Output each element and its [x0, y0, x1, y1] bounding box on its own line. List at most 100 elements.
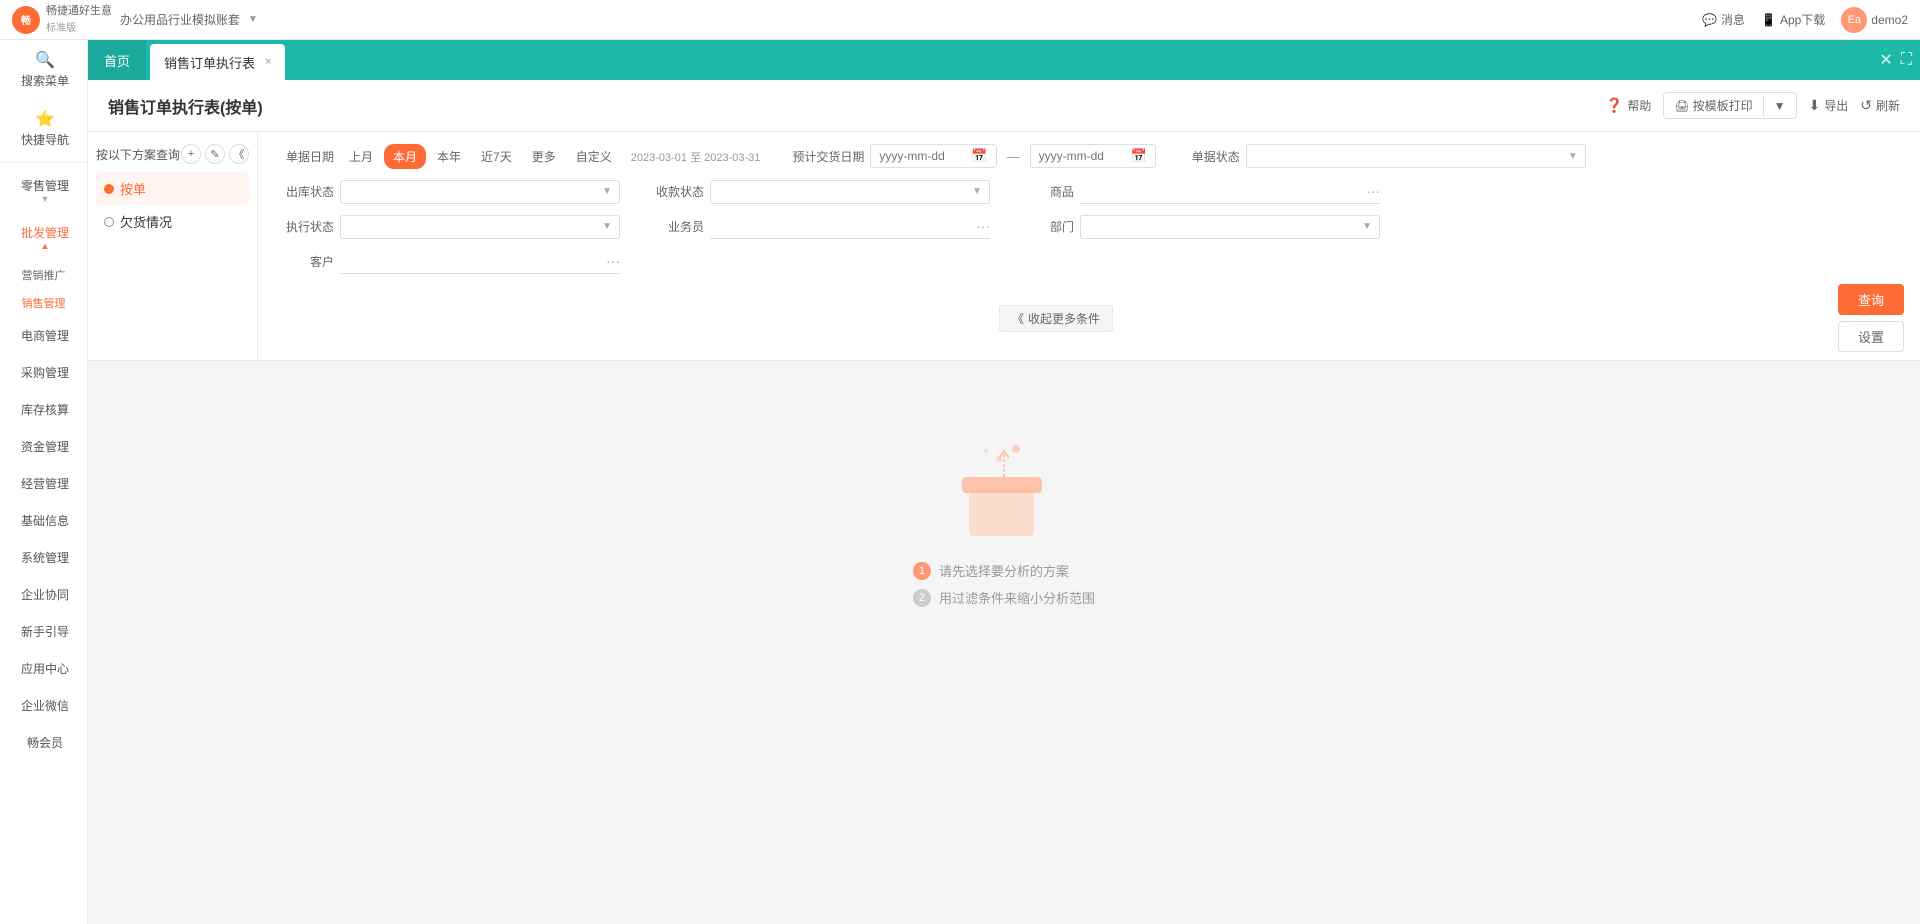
execution-select-wrapper: ▼: [340, 215, 620, 239]
left-panel-title: 按以下方案查询: [96, 146, 181, 163]
sidebar-item-members[interactable]: 畅会员: [0, 724, 87, 761]
salesperson-dots-btn[interactable]: ···: [976, 218, 990, 234]
receipt-select[interactable]: [710, 180, 990, 204]
active-tab[interactable]: 销售订单执行表 ×: [150, 44, 285, 80]
home-tab[interactable]: 首页: [88, 40, 146, 80]
sidebar-item-wholesale[interactable]: 批发管理 ▲: [0, 214, 87, 261]
department-select[interactable]: [1080, 215, 1380, 239]
date-btn-last-month[interactable]: 上月: [340, 144, 382, 169]
sidebar-item-finance-label: 资金管理: [7, 438, 83, 455]
help-btn[interactable]: ❓ 帮助: [1606, 97, 1651, 114]
date-btn-this-month[interactable]: 本月: [384, 144, 426, 169]
page-header: 销售订单执行表(按单) ❓ 帮助 🖨 按模板打印 ▼: [88, 80, 1920, 132]
customer-cell: 客户 ···: [274, 249, 620, 274]
sidebar-item-basic-info[interactable]: 基础信息: [0, 502, 87, 539]
date-btn-this-year[interactable]: 本年: [428, 144, 470, 169]
empty-hint-2: 2 用过滤条件来缩小分析范围: [913, 588, 1095, 607]
sidebar-sub-item-marketing[interactable]: 营销推广: [0, 261, 87, 289]
nav-dot-inactive: [104, 217, 114, 227]
template-print-btn[interactable]: 🖨 按模板打印: [1664, 93, 1762, 118]
export-btn[interactable]: ⬇ 导出: [1809, 97, 1849, 114]
date-btn-custom[interactable]: 自定义: [567, 144, 621, 169]
nav-item-backorder[interactable]: 欠货情况: [96, 205, 249, 238]
date-btn-group: 上月 本月 本年 近7天 更多 自定义: [340, 144, 621, 169]
tab-bar-right: ✕ ⛶: [1879, 40, 1920, 80]
sidebar-item-system[interactable]: 系统管理: [0, 539, 87, 576]
edit-scheme-btn[interactable]: ✎: [205, 144, 225, 164]
sidebar-item-finance[interactable]: 资金管理: [0, 428, 87, 465]
status-select[interactable]: [1246, 144, 1586, 168]
receipt-select-wrapper: ▼: [710, 180, 990, 204]
sidebar-item-guide[interactable]: 新手引导: [0, 613, 87, 650]
sidebar-item-collaboration[interactable]: 企业协同: [0, 576, 87, 613]
collapse-left-btn[interactable]: 《: [229, 144, 249, 164]
outbound-cell: 出库状态 ▼: [274, 180, 620, 204]
nav-item-single-order[interactable]: 按单: [96, 172, 249, 205]
collapse-btn[interactable]: 《 收起更多条件: [999, 305, 1113, 332]
left-panel-header: 按以下方案查询 + ✎ 《: [96, 144, 249, 164]
user-profile-btn[interactable]: Ea demo2: [1841, 7, 1908, 33]
app-download-btn[interactable]: 📱 App下载: [1761, 11, 1825, 28]
logo-title: 畅捷通好生意: [46, 5, 112, 18]
salesperson-cell: 业务员 ···: [644, 214, 990, 239]
product-dots-btn[interactable]: ···: [1366, 183, 1380, 199]
outbound-select[interactable]: [340, 180, 620, 204]
logo-subtitle: 标准版: [46, 19, 112, 34]
calendar-icon-from[interactable]: 📅: [971, 148, 987, 164]
sidebar-item-wholesale-label: 批发管理: [7, 224, 83, 241]
execution-select[interactable]: [340, 215, 620, 239]
collapse-icon: 《: [1012, 310, 1024, 327]
collapse-area: 《 收起更多条件: [274, 305, 1838, 332]
help-icon: ❓: [1606, 97, 1623, 114]
settings-btn[interactable]: 设置: [1838, 321, 1904, 352]
tab-bar: 首页 销售订单执行表 × ✕ ⛶: [88, 40, 1920, 80]
sidebar-item-purchase-label: 采购管理: [7, 364, 83, 381]
customer-dots-btn[interactable]: ···: [606, 253, 620, 269]
tab-bar-close-btn[interactable]: ✕: [1879, 50, 1892, 70]
customer-input-area[interactable]: ···: [340, 249, 620, 274]
calendar-icon-to[interactable]: 📅: [1131, 148, 1147, 164]
product-input-area[interactable]: ···: [1080, 179, 1380, 204]
nav-label[interactable]: 办公用品行业模拟账套: [120, 11, 240, 28]
template-print-label: 按模板打印: [1693, 97, 1753, 114]
sidebar-item-management[interactable]: 经营管理: [0, 465, 87, 502]
department-cell: 部门 ▼: [1014, 215, 1904, 239]
filter-row-3: 执行状态 ▼ 业务员 ···: [274, 214, 1904, 239]
sidebar-item-purchase[interactable]: 采购管理: [0, 354, 87, 391]
sidebar-item-wechat[interactable]: 企业微信: [0, 687, 87, 724]
date-btn-more[interactable]: 更多: [523, 144, 565, 169]
expected-date-to-input[interactable]: [1039, 149, 1127, 163]
sidebar-item-retail-label: 零售管理: [7, 177, 83, 194]
query-btn[interactable]: 查询: [1838, 284, 1904, 315]
status-select-wrapper: ▼: [1246, 144, 1586, 168]
tab-close-btn[interactable]: ×: [265, 56, 271, 68]
refresh-btn[interactable]: ↺ 刷新: [1860, 97, 1900, 114]
message-btn[interactable]: 💬 消息: [1702, 11, 1745, 28]
main-layout: 🔍 搜索菜单 ⭐ 快捷导航 零售管理 ▼ 批发管理 ▲ 营销推广 销售管理 电商…: [0, 40, 1920, 924]
sidebar-item-app-center[interactable]: 应用中心: [0, 650, 87, 687]
expected-date-from-input[interactable]: [879, 149, 967, 163]
expected-date-to-wrapper: 📅: [1030, 144, 1156, 168]
nav-dropdown-arrow[interactable]: ▼: [248, 14, 258, 25]
filter-footer: 《 收起更多条件 查询 设置: [274, 284, 1904, 352]
receipt-label: 收款状态: [644, 183, 704, 200]
sidebar-item-quick-nav-label: 快捷导航: [7, 131, 83, 148]
logo-area: 畅 畅捷通好生意 标准版: [12, 5, 112, 33]
sidebar-item-inventory[interactable]: 库存核算: [0, 391, 87, 428]
tab-bar-maximize-btn[interactable]: ⛶: [1901, 51, 1912, 69]
left-panel: 按以下方案查询 + ✎ 《 按单 欠货情况: [88, 132, 258, 360]
filter-row-1: 单据日期 上月 本月 本年 近7天 更多 自定义 2023-03-01 至 20…: [274, 144, 1904, 169]
execution-label: 执行状态: [274, 218, 334, 235]
sidebar-sub-item-sales[interactable]: 销售管理: [0, 289, 87, 317]
date-btn-7days[interactable]: 近7天: [472, 144, 521, 169]
sidebar-item-retail[interactable]: 零售管理 ▼: [0, 167, 87, 214]
add-scheme-btn[interactable]: +: [181, 144, 201, 164]
nav-item-single-order-label: 按单: [120, 179, 146, 198]
nav-dot-active: [104, 184, 114, 194]
template-print-arrow-btn[interactable]: ▼: [1764, 95, 1796, 117]
salesperson-input-area[interactable]: ···: [710, 214, 990, 239]
sidebar-item-quick-nav[interactable]: ⭐ 快捷导航: [0, 99, 87, 158]
sidebar-item-ecommerce[interactable]: 电商管理: [0, 317, 87, 354]
product-label: 商品: [1014, 183, 1074, 200]
sidebar-item-search-menu[interactable]: 🔍 搜索菜单: [0, 40, 87, 99]
